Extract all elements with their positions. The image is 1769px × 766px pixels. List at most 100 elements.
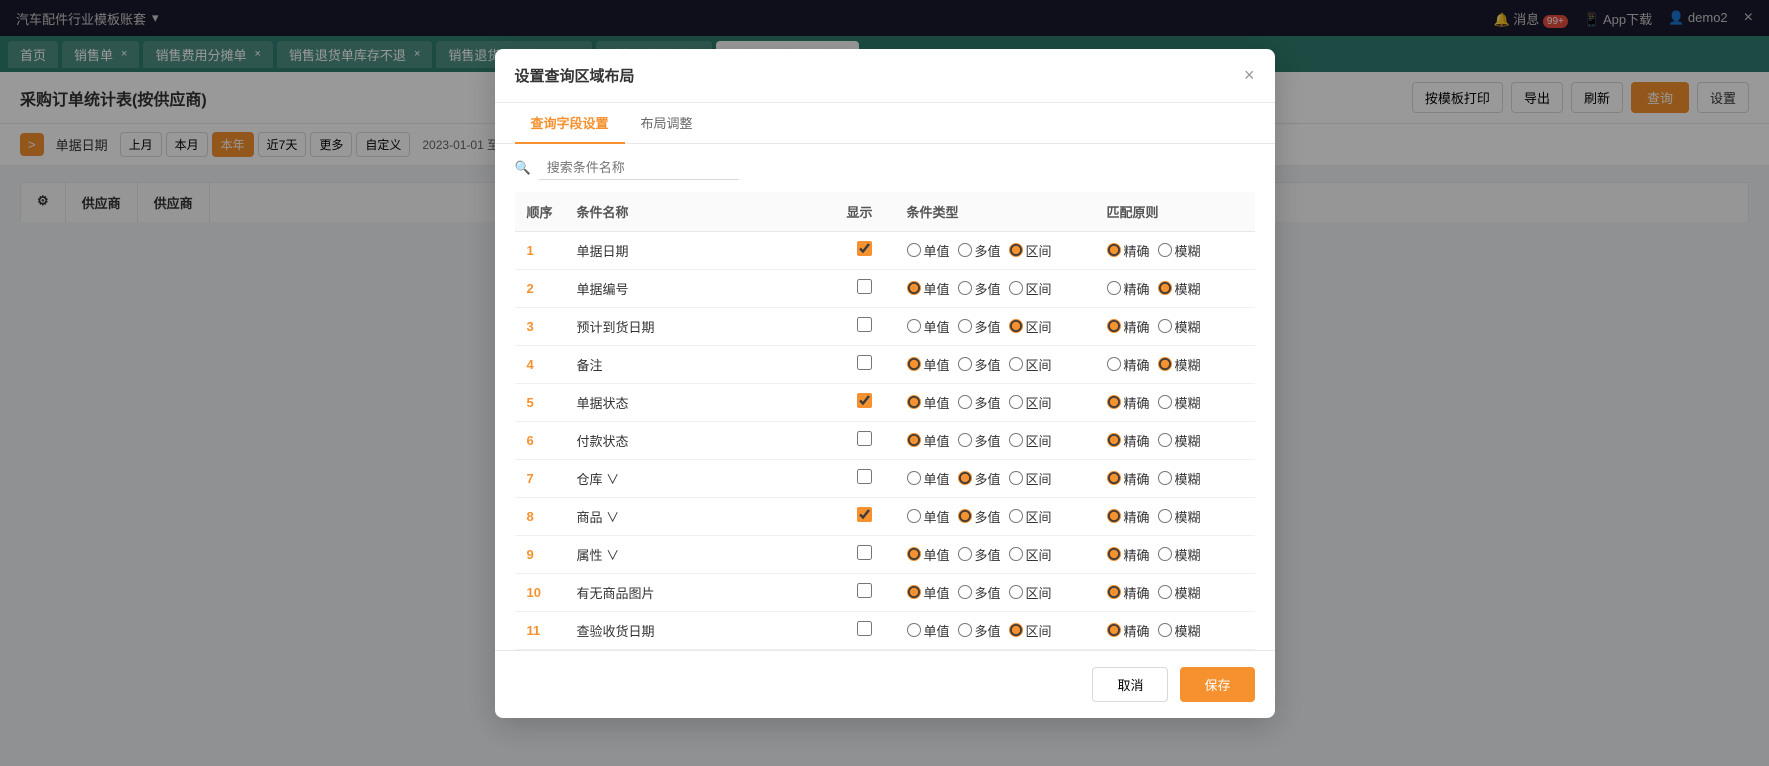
- match-option-模糊[interactable]: 模糊: [1158, 431, 1201, 450]
- match-radio[interactable]: [1107, 395, 1121, 409]
- match-option-模糊[interactable]: 模糊: [1158, 279, 1201, 298]
- show-checkbox[interactable]: [857, 545, 872, 560]
- match-radio[interactable]: [1107, 243, 1121, 257]
- type-option-单值[interactable]: 单值: [907, 279, 950, 298]
- match-option-模糊[interactable]: 模糊: [1158, 583, 1201, 602]
- type-radio[interactable]: [1009, 433, 1023, 447]
- show-checkbox[interactable]: [857, 317, 872, 332]
- row-show[interactable]: [835, 231, 895, 269]
- type-radio[interactable]: [1009, 281, 1023, 295]
- type-radio[interactable]: [907, 585, 921, 599]
- match-radio[interactable]: [1158, 547, 1172, 561]
- type-option-区间[interactable]: 区间: [1009, 507, 1052, 526]
- modal-tab-query-settings[interactable]: 查询字段设置: [515, 103, 625, 144]
- type-option-区间[interactable]: 区间: [1009, 317, 1052, 336]
- type-option-区间[interactable]: 区间: [1009, 469, 1052, 488]
- match-option-精确[interactable]: 精确: [1107, 431, 1150, 450]
- type-option-多值[interactable]: 多值: [958, 241, 1001, 260]
- match-radio[interactable]: [1107, 357, 1121, 371]
- match-option-精确[interactable]: 精确: [1107, 317, 1150, 336]
- type-option-多值[interactable]: 多值: [958, 431, 1001, 450]
- type-radio[interactable]: [958, 243, 972, 257]
- type-radio[interactable]: [907, 281, 921, 295]
- show-checkbox[interactable]: [857, 279, 872, 294]
- type-radio[interactable]: [907, 357, 921, 371]
- type-option-多值[interactable]: 多值: [958, 469, 1001, 488]
- row-show[interactable]: [835, 345, 895, 383]
- type-radio[interactable]: [1009, 471, 1023, 485]
- type-radio[interactable]: [958, 357, 972, 371]
- type-option-多值[interactable]: 多值: [958, 279, 1001, 298]
- type-option-多值[interactable]: 多值: [958, 545, 1001, 564]
- match-radio[interactable]: [1158, 357, 1172, 371]
- type-radio[interactable]: [958, 433, 972, 447]
- type-option-区间[interactable]: 区间: [1009, 583, 1052, 602]
- match-option-模糊[interactable]: 模糊: [1158, 317, 1201, 336]
- match-option-模糊[interactable]: 模糊: [1158, 355, 1201, 374]
- type-radio[interactable]: [1009, 357, 1023, 371]
- row-show[interactable]: [835, 497, 895, 535]
- show-checkbox[interactable]: [857, 507, 872, 522]
- row-show[interactable]: [835, 459, 895, 497]
- type-radio[interactable]: [1009, 547, 1023, 561]
- match-option-模糊[interactable]: 模糊: [1158, 507, 1201, 526]
- type-option-多值[interactable]: 多值: [958, 393, 1001, 412]
- match-radio[interactable]: [1107, 433, 1121, 447]
- type-option-单值[interactable]: 单值: [907, 621, 950, 640]
- type-radio[interactable]: [907, 471, 921, 485]
- match-radio[interactable]: [1158, 319, 1172, 333]
- type-radio[interactable]: [958, 395, 972, 409]
- type-radio[interactable]: [907, 395, 921, 409]
- type-option-单值[interactable]: 单值: [907, 355, 950, 374]
- row-show[interactable]: [835, 611, 895, 649]
- modal-tab-layout[interactable]: 布局调整: [625, 103, 709, 144]
- match-option-精确[interactable]: 精确: [1107, 355, 1150, 374]
- match-radio[interactable]: [1158, 433, 1172, 447]
- type-option-区间[interactable]: 区间: [1009, 241, 1052, 260]
- type-radio[interactable]: [1009, 319, 1023, 333]
- show-checkbox[interactable]: [857, 393, 872, 408]
- match-radio[interactable]: [1158, 395, 1172, 409]
- type-option-多值[interactable]: 多值: [958, 621, 1001, 640]
- type-radio[interactable]: [958, 319, 972, 333]
- match-option-模糊[interactable]: 模糊: [1158, 545, 1201, 564]
- type-option-单值[interactable]: 单值: [907, 583, 950, 602]
- cancel-button[interactable]: 取消: [1092, 667, 1168, 702]
- type-option-区间[interactable]: 区间: [1009, 621, 1052, 640]
- type-radio[interactable]: [1009, 509, 1023, 523]
- match-option-精确[interactable]: 精确: [1107, 469, 1150, 488]
- match-radio[interactable]: [1107, 623, 1121, 637]
- type-option-单值[interactable]: 单值: [907, 393, 950, 412]
- show-checkbox[interactable]: [857, 583, 872, 598]
- type-option-多值[interactable]: 多值: [958, 583, 1001, 602]
- show-checkbox[interactable]: [857, 469, 872, 484]
- type-option-区间[interactable]: 区间: [1009, 545, 1052, 564]
- type-option-区间[interactable]: 区间: [1009, 431, 1052, 450]
- match-radio[interactable]: [1158, 623, 1172, 637]
- type-option-多值[interactable]: 多值: [958, 507, 1001, 526]
- row-show[interactable]: [835, 383, 895, 421]
- match-radio[interactable]: [1107, 547, 1121, 561]
- match-radio[interactable]: [1158, 585, 1172, 599]
- type-radio[interactable]: [907, 509, 921, 523]
- type-option-区间[interactable]: 区间: [1009, 355, 1052, 374]
- type-option-多值[interactable]: 多值: [958, 317, 1001, 336]
- type-option-区间[interactable]: 区间: [1009, 279, 1052, 298]
- type-radio[interactable]: [958, 585, 972, 599]
- row-show[interactable]: [835, 307, 895, 345]
- save-button[interactable]: 保存: [1180, 667, 1254, 702]
- match-option-模糊[interactable]: 模糊: [1158, 241, 1201, 260]
- row-show[interactable]: [835, 269, 895, 307]
- type-radio[interactable]: [958, 281, 972, 295]
- match-option-精确[interactable]: 精确: [1107, 545, 1150, 564]
- type-option-单值[interactable]: 单值: [907, 241, 950, 260]
- type-radio[interactable]: [958, 471, 972, 485]
- type-radio[interactable]: [958, 623, 972, 637]
- type-radio[interactable]: [1009, 585, 1023, 599]
- type-radio[interactable]: [1009, 395, 1023, 409]
- match-option-精确[interactable]: 精确: [1107, 393, 1150, 412]
- type-radio[interactable]: [1009, 243, 1023, 257]
- row-show[interactable]: [835, 535, 895, 573]
- type-radio[interactable]: [958, 509, 972, 523]
- match-option-精确[interactable]: 精确: [1107, 583, 1150, 602]
